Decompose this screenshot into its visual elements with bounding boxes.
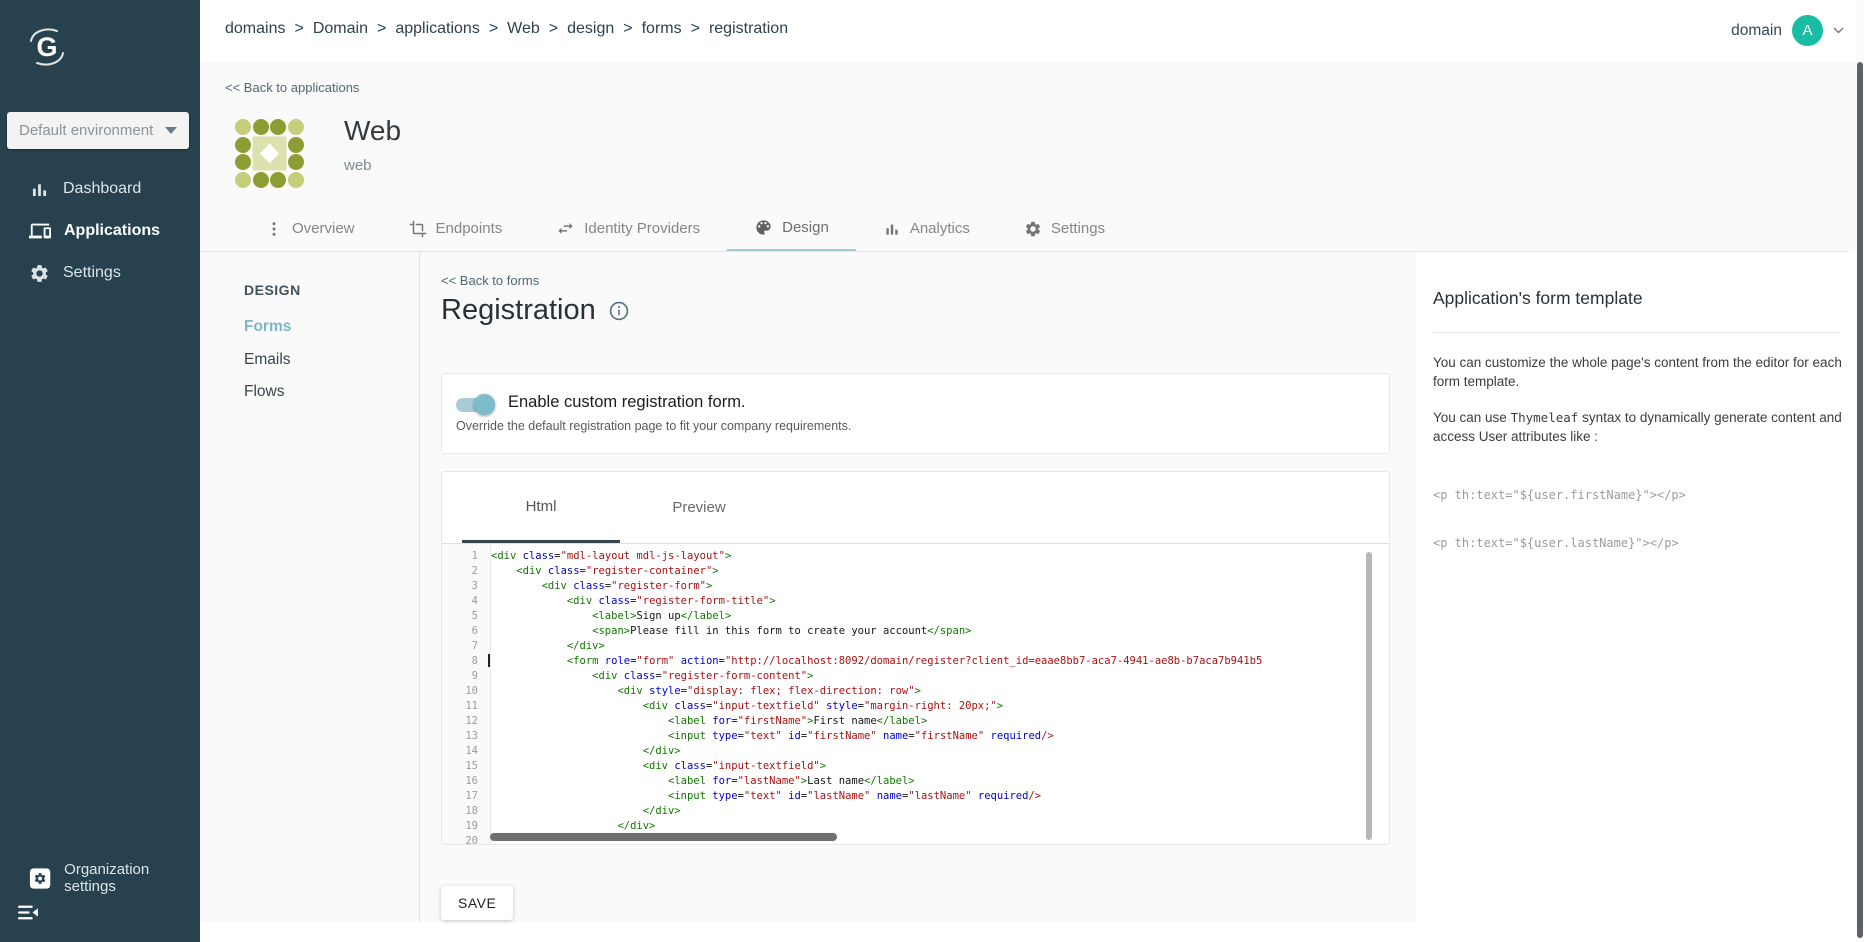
- help-paragraph: You can customize the whole page's conte…: [1433, 353, 1845, 391]
- application-subtitle: web: [344, 157, 372, 174]
- sidebar-item-label: Dashboard: [63, 180, 141, 198]
- code-editor[interactable]: 1<div class="mdl-layout mdl-js-layout">2…: [442, 544, 1389, 844]
- page-scrollbar-thumb[interactable]: [1857, 62, 1863, 938]
- toggle-description: Override the default registration page t…: [456, 419, 851, 433]
- main-content: << Back to forms Registration Enable cus…: [420, 252, 1416, 922]
- gravitee-logo: G: [24, 24, 70, 70]
- breadcrumb-separator: >: [691, 20, 700, 38]
- breadcrumb-separator: >: [549, 20, 558, 38]
- design-nav-title: DESIGN: [244, 282, 301, 298]
- page-title: Registration: [441, 294, 596, 327]
- tab-identity-providers[interactable]: Identity Providers: [529, 205, 727, 252]
- tab-design[interactable]: Design: [727, 205, 856, 252]
- app-tabs: Overview Endpoints Identity Providers De…: [238, 205, 1132, 252]
- breadcrumb-item[interactable]: Domain: [313, 20, 368, 38]
- custom-form-toggle-card: Enable custom registration form. Overrid…: [441, 373, 1390, 454]
- editor-tabs: Html Preview: [442, 472, 1389, 544]
- environment-selector-value: Default environment: [19, 122, 153, 139]
- breadcrumb-item[interactable]: registration: [709, 20, 788, 38]
- help-panel: Application's form template You can cust…: [1416, 252, 1856, 922]
- page-scrollbar: [1856, 0, 1864, 942]
- tab-analytics[interactable]: Analytics: [856, 205, 997, 252]
- design-nav-emails[interactable]: Emails: [244, 351, 291, 369]
- divider: [1433, 332, 1840, 333]
- help-panel-title: Application's form template: [1433, 288, 1643, 309]
- breadcrumb-separator: >: [377, 20, 386, 38]
- swap-horizontal-icon: [556, 219, 575, 238]
- avatar: A: [1792, 15, 1823, 46]
- sidebar: G Default environment Dashboard Applicat…: [0, 0, 200, 942]
- sidebar-item-settings[interactable]: Settings: [0, 255, 200, 291]
- bar-chart-icon: [883, 220, 901, 238]
- breadcrumb-separator: >: [623, 20, 632, 38]
- kebab-menu-icon: [265, 220, 283, 238]
- sidebar-item-dashboard[interactable]: Dashboard: [0, 171, 200, 207]
- bar-chart-icon: [29, 179, 50, 200]
- breadcrumb-item[interactable]: forms: [642, 20, 682, 38]
- breadcrumb-item[interactable]: design: [567, 20, 614, 38]
- collapse-menu-icon[interactable]: [16, 900, 41, 925]
- tab-label: Overview: [292, 220, 355, 237]
- chevron-down-icon: [1833, 27, 1844, 34]
- devices-icon: [29, 220, 51, 242]
- sidebar-item-label: Applications: [64, 222, 160, 240]
- design-nav-flows[interactable]: Flows: [244, 383, 284, 401]
- tab-label: Settings: [1051, 220, 1105, 237]
- application-title: Web: [344, 115, 401, 147]
- sidebar-item-label: Settings: [63, 264, 121, 282]
- breadcrumb-separator: >: [489, 20, 498, 38]
- save-button[interactable]: SAVE: [441, 886, 513, 920]
- breadcrumb: domains > Domain > applications > Web > …: [225, 20, 788, 38]
- svg-text:G: G: [36, 32, 57, 62]
- help-paragraph: You can use Thymeleaf syntax to dynamica…: [1433, 408, 1845, 446]
- info-icon[interactable]: [609, 301, 629, 321]
- user-menu[interactable]: domain A: [1731, 15, 1844, 46]
- breadcrumb-item[interactable]: applications: [395, 20, 480, 38]
- toggle-thumb: [474, 394, 495, 415]
- vertical-scrollbar[interactable]: [1366, 552, 1372, 840]
- user-name: domain: [1731, 22, 1782, 40]
- caret-down-icon: [165, 127, 177, 134]
- text-cursor: [488, 654, 490, 667]
- tab-html[interactable]: Html: [462, 472, 620, 543]
- sidebar-item-applications[interactable]: Applications: [0, 213, 200, 249]
- code-lines: 1<div class="mdl-layout mdl-js-layout">2…: [442, 549, 1389, 844]
- tab-label: Analytics: [910, 220, 970, 237]
- breadcrumb-item[interactable]: Web: [507, 20, 540, 38]
- tab-settings[interactable]: Settings: [997, 205, 1132, 252]
- topbar: domains > Domain > applications > Web > …: [200, 0, 1856, 62]
- org-settings-icon: [29, 867, 51, 890]
- tab-overview[interactable]: Overview: [238, 205, 382, 252]
- back-to-forms-link[interactable]: << Back to forms: [441, 273, 539, 288]
- application-icon: [233, 117, 306, 190]
- sidebar-item-organization-settings[interactable]: Organization settings: [0, 860, 200, 896]
- design-sidebar: DESIGN Forms Emails Flows: [200, 252, 420, 922]
- toggle-label: Enable custom registration form.: [508, 393, 746, 412]
- sidebar-item-label: Organization settings: [64, 861, 200, 895]
- tab-label: Endpoints: [436, 220, 503, 237]
- breadcrumb-item[interactable]: domains: [225, 20, 285, 38]
- tab-label: Identity Providers: [584, 220, 700, 237]
- design-nav-forms[interactable]: Forms: [244, 318, 291, 336]
- horizontal-scrollbar[interactable]: [490, 833, 837, 841]
- breadcrumb-separator: >: [294, 20, 303, 38]
- enable-custom-form-toggle[interactable]: [456, 395, 492, 415]
- tab-label: Design: [782, 219, 829, 236]
- palette-icon: [754, 218, 773, 237]
- tab-endpoints[interactable]: Endpoints: [382, 205, 530, 252]
- back-to-applications-link[interactable]: << Back to applications: [225, 80, 359, 95]
- template-example-code: <p th:text="${user.firstName}"></p> <p t…: [1433, 455, 1686, 583]
- gear-icon: [29, 263, 50, 284]
- gear-icon: [1024, 220, 1042, 238]
- crop-icon: [409, 220, 427, 238]
- form-editor-card: Html Preview 1<div class="mdl-layout mdl…: [441, 471, 1390, 845]
- inline-code: Thymeleaf: [1511, 410, 1579, 425]
- tab-preview[interactable]: Preview: [620, 472, 778, 543]
- environment-selector[interactable]: Default environment: [7, 112, 189, 149]
